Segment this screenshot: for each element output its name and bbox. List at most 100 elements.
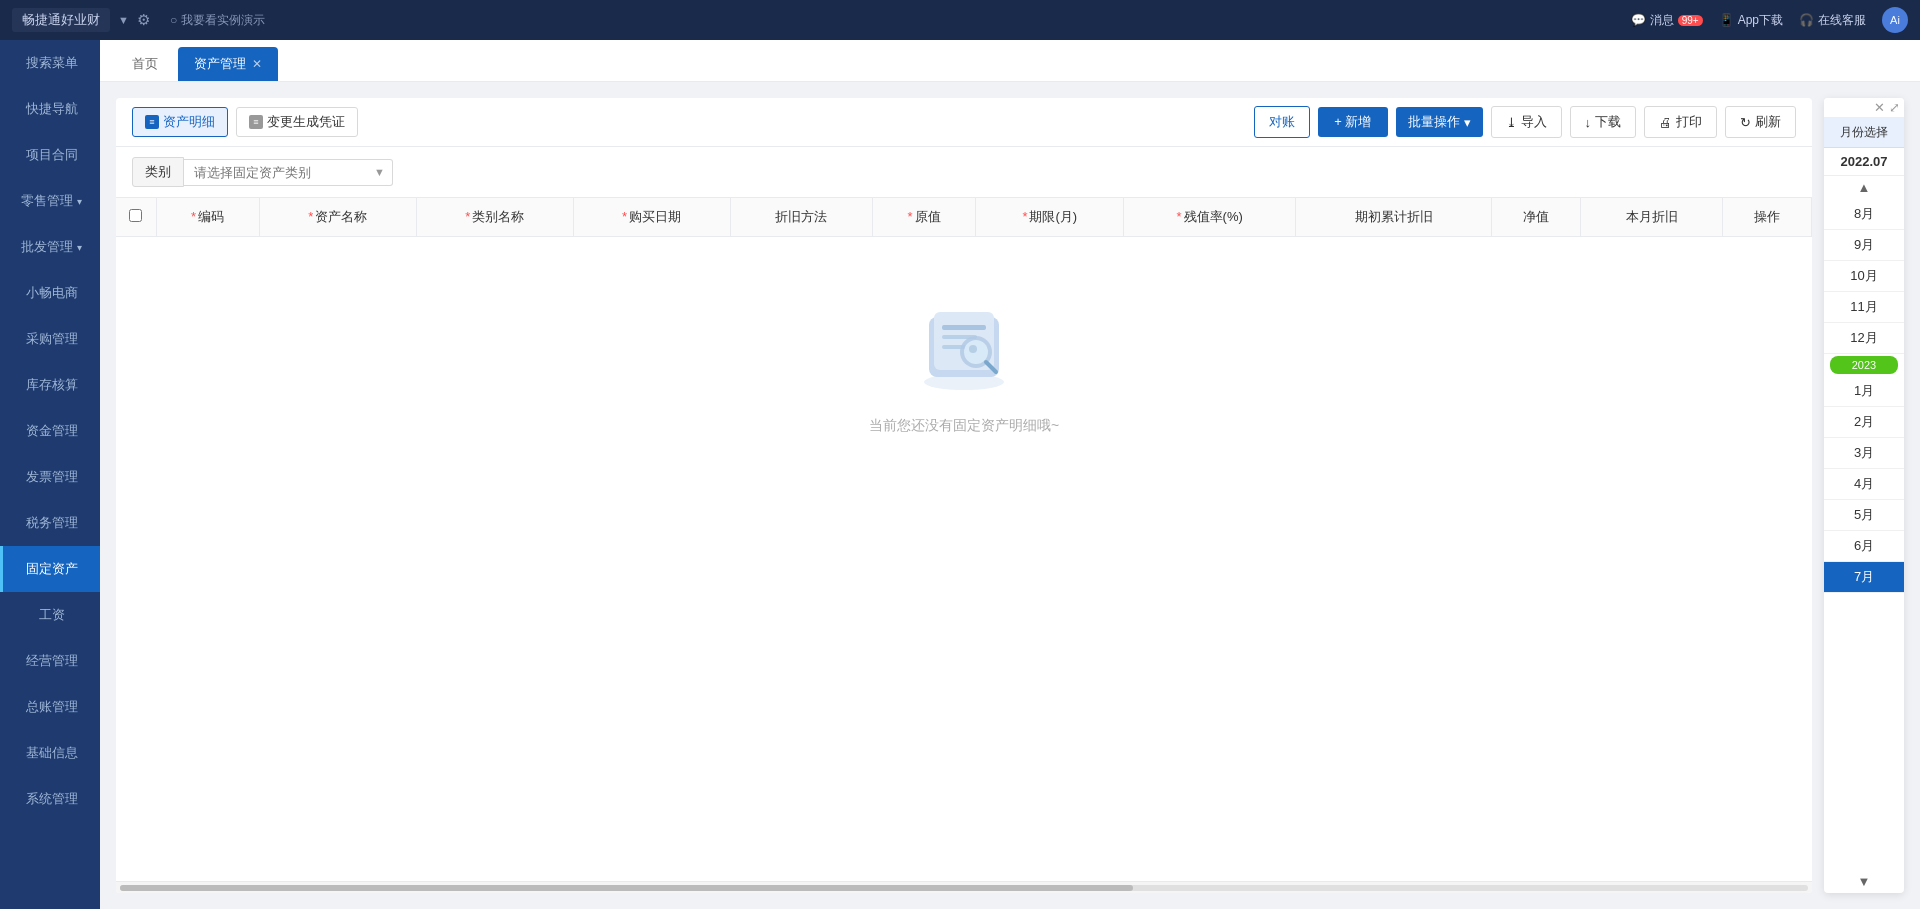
wholesale-mgmt-arrow-icon: ▾ [77, 242, 82, 253]
select-all-checkbox[interactable] [129, 209, 142, 222]
sidebar-item-general-ledger[interactable]: 总账管理 [0, 684, 100, 730]
import-label: 导入 [1521, 113, 1547, 131]
demo-link[interactable]: ○ 我要看实例演示 [170, 12, 265, 29]
sidebar-item-fund-mgmt[interactable]: 资金管理 [0, 408, 100, 454]
company-dropdown-icon[interactable]: ▼ [118, 14, 129, 26]
sidebar-label-general-ledger: 总账管理 [26, 699, 78, 714]
month-panel: ✕ ⤢ 月份选择 2022.07 ▲ 8月 9月 10月 11月 12月 202… [1824, 98, 1904, 893]
sidebar-item-ecommerce[interactable]: 小畅电商 [0, 270, 100, 316]
month-item-8[interactable]: 8月 [1824, 199, 1904, 230]
month-item-11[interactable]: 11月 [1824, 292, 1904, 323]
year-badge-2023[interactable]: 2023 [1830, 356, 1898, 374]
category-dropdown[interactable]: ▼ [184, 159, 393, 186]
batch-button[interactable]: 批量操作 ▾ [1396, 107, 1483, 137]
sub-tab-bar: ≡ 资产明细 ≡ 变更生成凭证 对账 + 新增 批量操作 ▾ [116, 98, 1812, 147]
demo-icon: ○ [170, 13, 177, 27]
current-year-month: 2022.07 [1824, 148, 1904, 176]
month-item-7[interactable]: 7月 [1824, 562, 1904, 593]
month-item-9[interactable]: 9月 [1824, 230, 1904, 261]
header-accumulated-depreciation: 期初累计折旧 [1296, 198, 1492, 237]
sidebar-item-wholesale-mgmt[interactable]: 批发管理 ▾ [0, 224, 100, 270]
asset-table: *编码 *资产名称 *类别名称 *购买日期 折旧方法 *原值 *期限(月) *残… [116, 198, 1812, 237]
message-icon: 💬 [1631, 13, 1646, 27]
month-item-1[interactable]: 1月 [1824, 376, 1904, 407]
category-select: 类别 ▼ [132, 157, 393, 187]
sidebar-item-payroll[interactable]: 工资 [0, 592, 100, 638]
tab-home[interactable]: 首页 [116, 47, 174, 81]
top-bar: 畅捷通好业财 ▼ ⚙ ○ 我要看实例演示 💬 消息 99+ 📱 App下载 🎧 … [0, 0, 1920, 40]
online-service-button[interactable]: 🎧 在线客服 [1799, 12, 1866, 29]
month-item-12[interactable]: 12月 [1824, 323, 1904, 354]
header-period: *期限(月) [976, 198, 1124, 237]
page-content: ≡ 资产明细 ≡ 变更生成凭证 对账 + 新增 批量操作 ▾ [100, 82, 1920, 909]
empty-state: 当前您还没有固定资产明细哦~ [116, 237, 1812, 495]
sidebar-label-project-contract: 项目合同 [26, 147, 78, 162]
reconcile-button[interactable]: 对账 [1254, 106, 1310, 138]
sidebar-label-quick-nav: 快捷导航 [26, 101, 78, 116]
change-voucher-icon: ≡ [249, 115, 263, 129]
refresh-button[interactable]: ↻ 刷新 [1725, 106, 1796, 138]
download-icon: ↓ [1585, 115, 1592, 130]
user-avatar[interactable]: Ai [1882, 7, 1908, 33]
sidebar-item-ops-mgmt[interactable]: 经营管理 [0, 638, 100, 684]
tab-home-label: 首页 [132, 55, 158, 73]
month-panel-header: 月份选择 [1824, 118, 1904, 148]
sidebar-item-retail-mgmt[interactable]: 零售管理 ▾ [0, 178, 100, 224]
sub-tab-asset-detail[interactable]: ≡ 资产明细 [132, 107, 228, 137]
online-service-label: 在线客服 [1818, 12, 1866, 29]
sidebar-item-quick-nav[interactable]: 快捷导航 [0, 86, 100, 132]
sub-tab-change-voucher[interactable]: ≡ 变更生成凭证 [236, 107, 358, 137]
message-button[interactable]: 💬 消息 99+ [1631, 12, 1703, 29]
header-residual-rate: *残值率(%) [1124, 198, 1296, 237]
import-button[interactable]: ⤓ 导入 [1491, 106, 1562, 138]
settings-icon[interactable]: ⚙ [137, 11, 150, 29]
download-button[interactable]: ↓ 下载 [1570, 106, 1637, 138]
month-item-4[interactable]: 4月 [1824, 469, 1904, 500]
sidebar-label-fixed-assets: 固定资产 [26, 561, 78, 576]
sidebar-item-project-contract[interactable]: 项目合同 [0, 132, 100, 178]
scroll-track[interactable] [120, 885, 1808, 891]
sub-tab-asset-detail-label: 资产明细 [163, 113, 215, 131]
sidebar-item-purchase-mgmt[interactable]: 采购管理 [0, 316, 100, 362]
month-nav-up-button[interactable]: ▲ [1824, 176, 1904, 199]
header-checkbox-cell [116, 198, 156, 237]
print-icon: 🖨 [1659, 115, 1672, 130]
top-bar-left: 畅捷通好业财 ▼ ⚙ ○ 我要看实例演示 [12, 8, 265, 32]
month-item-2[interactable]: 2月 [1824, 407, 1904, 438]
print-button[interactable]: 🖨 打印 [1644, 106, 1717, 138]
asset-table-container: *编码 *资产名称 *类别名称 *购买日期 折旧方法 *原值 *期限(月) *残… [116, 198, 1812, 881]
month-item-6[interactable]: 6月 [1824, 531, 1904, 562]
panel-expand-icon[interactable]: ⤢ [1889, 100, 1900, 115]
demo-label: 我要看实例演示 [181, 12, 265, 29]
main-container: 搜索菜单 快捷导航 项目合同 零售管理 ▾ 批发管理 ▾ 小畅电商 采购管理 库… [0, 40, 1920, 909]
sidebar-item-invoice-mgmt[interactable]: 发票管理 [0, 454, 100, 500]
sidebar-item-sys-mgmt[interactable]: 系统管理 [0, 776, 100, 822]
company-name[interactable]: 畅捷通好业财 [12, 8, 110, 32]
month-nav-down-button[interactable]: ▼ [1824, 870, 1904, 893]
header-code: *编码 [156, 198, 259, 237]
header-original-value: *原值 [872, 198, 975, 237]
month-item-5[interactable]: 5月 [1824, 500, 1904, 531]
month-item-3[interactable]: 3月 [1824, 438, 1904, 469]
sidebar-item-base-info[interactable]: 基础信息 [0, 730, 100, 776]
month-list: 8月 9月 10月 11月 12月 2023 1月 2月 3月 4月 5月 6月… [1824, 199, 1904, 870]
sidebar-item-inventory[interactable]: 库存核算 [0, 362, 100, 408]
asset-detail-icon: ≡ [145, 115, 159, 129]
month-item-10[interactable]: 10月 [1824, 261, 1904, 292]
sidebar-item-fixed-assets[interactable]: 固定资产 [0, 546, 100, 592]
scroll-thumb[interactable] [120, 885, 1133, 891]
app-download-label: App下载 [1738, 12, 1783, 29]
sidebar-label-retail-mgmt: 零售管理 [21, 192, 73, 210]
tab-close-icon[interactable]: ✕ [252, 57, 262, 71]
header-operation: 操作 [1723, 198, 1812, 237]
tab-bar: 首页 资产管理 ✕ [100, 40, 1920, 82]
app-download-button[interactable]: 📱 App下载 [1719, 12, 1783, 29]
batch-arrow-icon: ▾ [1464, 115, 1471, 130]
header-depreciation-method: 折旧方法 [730, 198, 872, 237]
category-input[interactable] [184, 159, 393, 186]
tab-asset-mgmt[interactable]: 资产管理 ✕ [178, 47, 278, 81]
add-button[interactable]: + 新增 [1318, 107, 1387, 137]
sidebar-item-search[interactable]: 搜索菜单 [0, 40, 100, 86]
sidebar-item-tax-mgmt[interactable]: 税务管理 [0, 500, 100, 546]
panel-close-icon[interactable]: ✕ [1874, 100, 1885, 115]
